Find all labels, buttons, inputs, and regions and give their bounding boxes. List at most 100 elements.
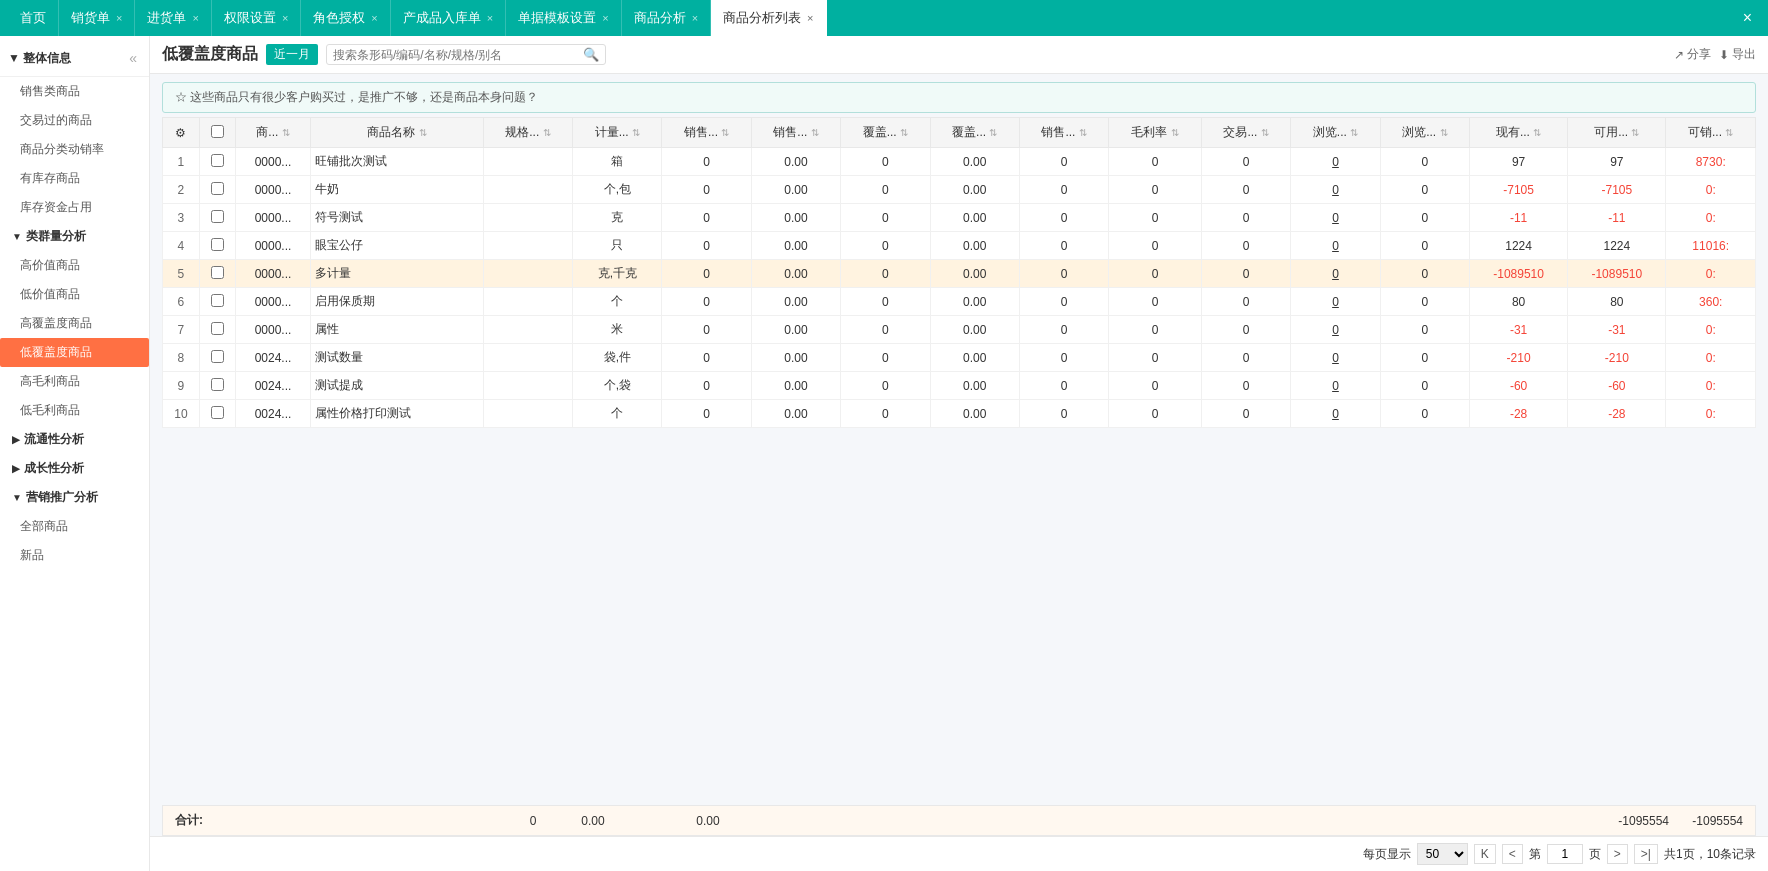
th-coverage1[interactable]: 覆盖... ⇅: [841, 118, 930, 148]
cell-browse1[interactable]: 0: [1291, 372, 1380, 400]
th-available[interactable]: 可用... ⇅: [1568, 118, 1666, 148]
cell-coverage2: 0.00: [930, 260, 1019, 288]
sidebar-item-high-coverage[interactable]: 高覆盖度商品: [0, 309, 149, 338]
cell-checkbox[interactable]: [199, 232, 235, 260]
row-checkbox[interactable]: [211, 154, 224, 167]
nav-tab-template[interactable]: 单据模板设置 ×: [506, 0, 621, 36]
nav-tab-sales[interactable]: 销货单 ×: [59, 0, 135, 36]
sidebar-section-liquidity[interactable]: ▶ 流通性分析: [0, 425, 149, 454]
cell-checkbox[interactable]: [199, 316, 235, 344]
sidebar-item-all-goods[interactable]: 全部商品: [0, 512, 149, 541]
close-icon[interactable]: ×: [192, 12, 198, 24]
row-checkbox[interactable]: [211, 350, 224, 363]
select-all-checkbox[interactable]: [211, 125, 224, 138]
cell-checkbox[interactable]: [199, 344, 235, 372]
th-name[interactable]: 商品名称 ⇅: [311, 118, 484, 148]
sidebar-section-growth[interactable]: ▶ 成长性分析: [0, 454, 149, 483]
th-current-stock[interactable]: 现有... ⇅: [1470, 118, 1568, 148]
nav-tab-permissions[interactable]: 权限设置 ×: [212, 0, 301, 36]
cell-browse1[interactable]: 0: [1291, 232, 1380, 260]
th-gross-margin[interactable]: 毛利率 ⇅: [1109, 118, 1202, 148]
th-coverage2[interactable]: 覆盖... ⇅: [930, 118, 1019, 148]
th-checkbox[interactable]: [199, 118, 235, 148]
table-row: 4 0000... 眼宝公仔 只 0 0.00 0 0.00 0 0 0 0 0…: [163, 232, 1756, 260]
cell-browse1[interactable]: 0: [1291, 204, 1380, 232]
close-icon[interactable]: ×: [487, 12, 493, 24]
sidebar-item-sales-goods[interactable]: 销售类商品: [0, 77, 149, 106]
close-icon[interactable]: ×: [282, 12, 288, 24]
sidebar-section-marketing[interactable]: ▼ 营销推广分析: [0, 483, 149, 512]
cell-unit: 袋,件: [573, 344, 662, 372]
cell-browse1[interactable]: 0: [1291, 400, 1380, 428]
sidebar-item-capital-occupation[interactable]: 库存资金占用: [0, 193, 149, 222]
th-unit[interactable]: 计量... ⇅: [573, 118, 662, 148]
th-code[interactable]: 商... ⇅: [235, 118, 310, 148]
th-spec[interactable]: 规格... ⇅: [483, 118, 572, 148]
row-checkbox[interactable]: [211, 182, 224, 195]
th-browse2[interactable]: 浏览... ⇅: [1380, 118, 1469, 148]
nav-tab-warehouse[interactable]: 产成品入库单 ×: [391, 0, 506, 36]
th-sales-amt[interactable]: 销售... ⇅: [751, 118, 840, 148]
cell-checkbox[interactable]: [199, 400, 235, 428]
page-number-input[interactable]: 1: [1547, 844, 1583, 864]
per-page-select[interactable]: 50 100 200: [1417, 843, 1468, 865]
cell-browse1[interactable]: 0: [1291, 148, 1380, 176]
nav-tab-home[interactable]: 首页: [8, 0, 59, 36]
sidebar-item-high-gross[interactable]: 高毛利商品: [0, 367, 149, 396]
close-icon[interactable]: ×: [116, 12, 122, 24]
row-checkbox[interactable]: [211, 322, 224, 335]
last-page-button[interactable]: >|: [1634, 844, 1658, 864]
th-settings[interactable]: ⚙: [163, 118, 200, 148]
row-checkbox[interactable]: [211, 294, 224, 307]
cell-browse1[interactable]: 0: [1291, 316, 1380, 344]
cell-browse1[interactable]: 0: [1291, 260, 1380, 288]
close-icon[interactable]: ×: [692, 12, 698, 24]
close-icon[interactable]: ×: [807, 12, 813, 24]
nav-tab-analysis[interactable]: 商品分析 ×: [622, 0, 711, 36]
share-button[interactable]: ↗ 分享: [1674, 46, 1711, 63]
cell-browse1[interactable]: 0: [1291, 288, 1380, 316]
period-button[interactable]: 近一月: [266, 44, 318, 65]
row-checkbox[interactable]: [211, 266, 224, 279]
sidebar-item-high-value[interactable]: 高价值商品: [0, 251, 149, 280]
sidebar-item-low-gross[interactable]: 低毛利商品: [0, 396, 149, 425]
data-table-container[interactable]: ⚙ 商... ⇅ 商品名称 ⇅ 规格... ⇅ 计量... ⇅ 销售... ⇅ …: [162, 117, 1756, 805]
th-sales3[interactable]: 销售... ⇅: [1019, 118, 1108, 148]
cell-checkbox[interactable]: [199, 176, 235, 204]
row-checkbox[interactable]: [211, 210, 224, 223]
nav-tab-analysis-list[interactable]: 商品分析列表 ×: [711, 0, 826, 36]
cell-checkbox[interactable]: [199, 260, 235, 288]
cell-browse1[interactable]: 0: [1291, 344, 1380, 372]
sidebar-item-stocked-goods[interactable]: 有库存商品: [0, 164, 149, 193]
cell-coverage1: 0: [841, 400, 930, 428]
cell-checkbox[interactable]: [199, 372, 235, 400]
close-all-button[interactable]: ×: [1735, 9, 1760, 27]
sidebar-item-low-coverage[interactable]: 低覆盖度商品: [0, 338, 149, 367]
prev-page-button[interactable]: <: [1502, 844, 1523, 864]
th-sales-qty[interactable]: 销售... ⇅: [662, 118, 751, 148]
th-transaction[interactable]: 交易... ⇅: [1201, 118, 1290, 148]
row-checkbox[interactable]: [211, 378, 224, 391]
cell-checkbox[interactable]: [199, 288, 235, 316]
sidebar-item-low-value[interactable]: 低价值商品: [0, 280, 149, 309]
sidebar-item-category-turnover[interactable]: 商品分类动销率: [0, 135, 149, 164]
sidebar-item-new-goods[interactable]: 新品: [0, 541, 149, 570]
sidebar-item-traded-goods[interactable]: 交易过的商品: [0, 106, 149, 135]
first-page-button[interactable]: K: [1474, 844, 1496, 864]
next-page-button[interactable]: >: [1607, 844, 1628, 864]
th-sellable[interactable]: 可销... ⇅: [1666, 118, 1756, 148]
th-browse1[interactable]: 浏览... ⇅: [1291, 118, 1380, 148]
close-icon[interactable]: ×: [602, 12, 608, 24]
close-icon[interactable]: ×: [371, 12, 377, 24]
nav-tab-purchase[interactable]: 进货单 ×: [135, 0, 211, 36]
row-checkbox[interactable]: [211, 238, 224, 251]
sidebar-collapse-button[interactable]: «: [125, 46, 141, 70]
export-button[interactable]: ⬇ 导出: [1719, 46, 1756, 63]
nav-tab-roles[interactable]: 角色授权 ×: [301, 0, 390, 36]
cell-checkbox[interactable]: [199, 204, 235, 232]
cell-checkbox[interactable]: [199, 148, 235, 176]
row-checkbox[interactable]: [211, 406, 224, 419]
sidebar-section-cluster[interactable]: ▼ 类群量分析: [0, 222, 149, 251]
search-input[interactable]: [333, 48, 583, 62]
cell-browse1[interactable]: 0: [1291, 176, 1380, 204]
